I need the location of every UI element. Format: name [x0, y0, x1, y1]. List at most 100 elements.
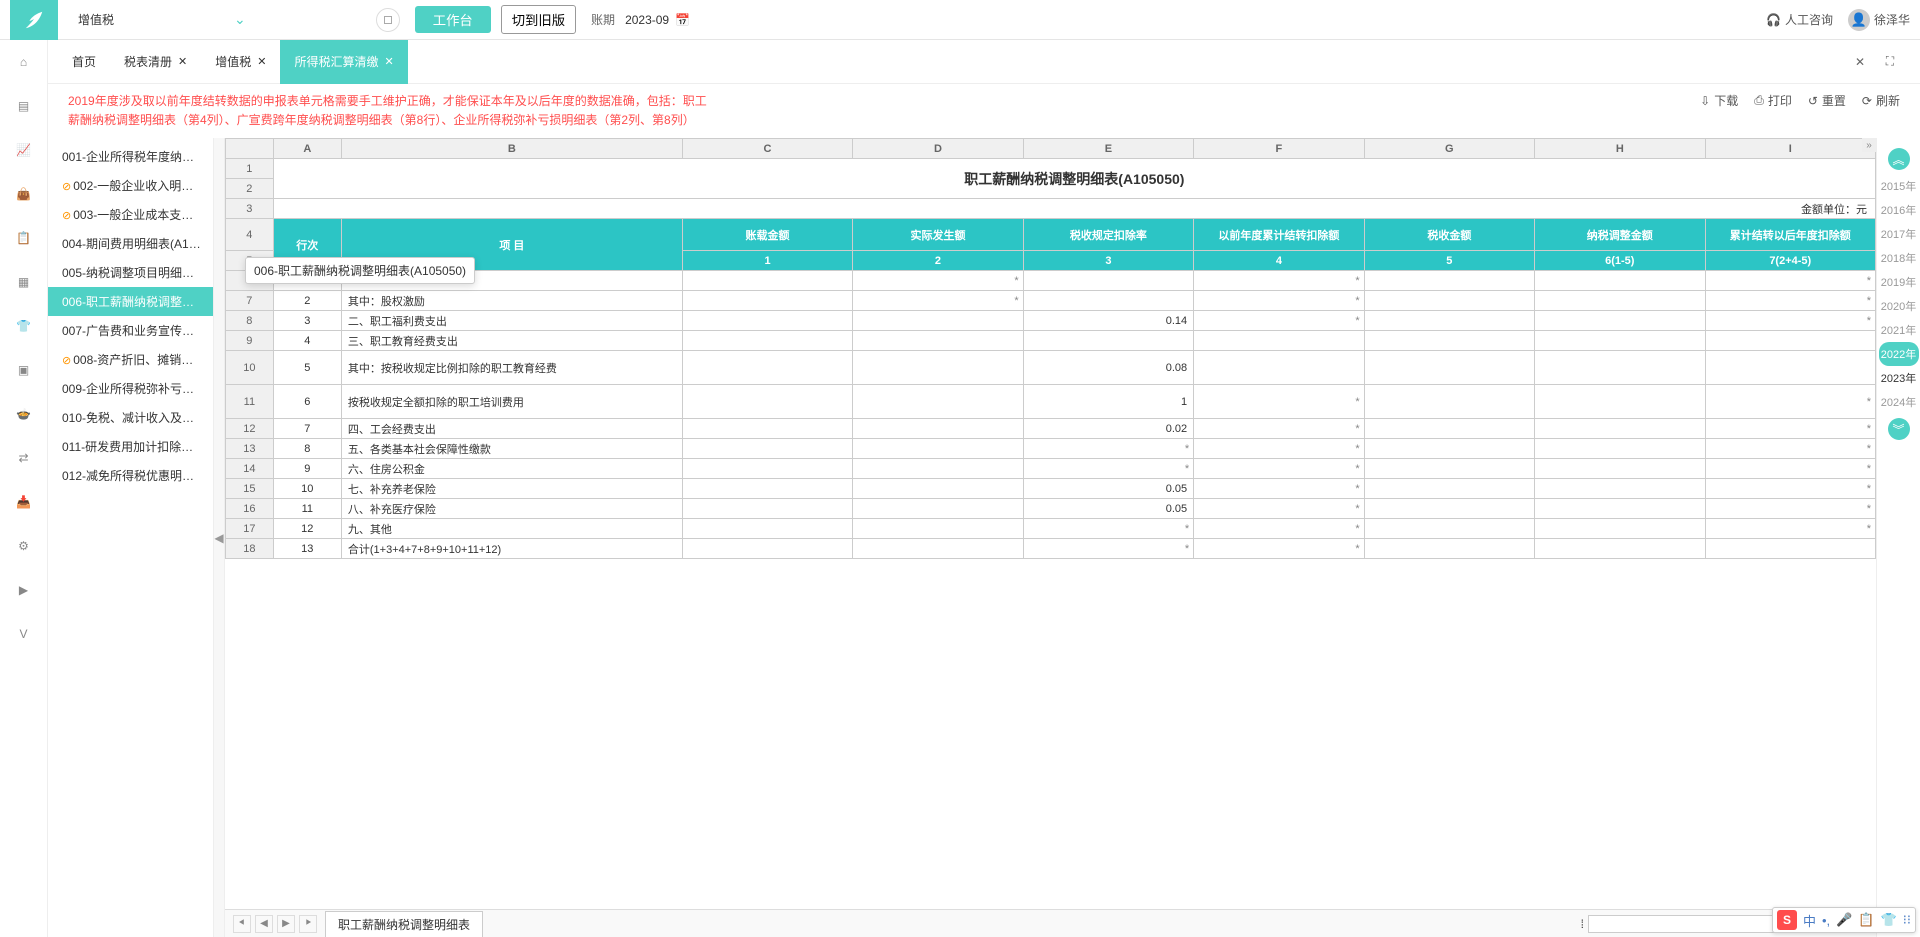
nav-play-icon[interactable]: ▶ [12, 578, 36, 602]
cell[interactable] [682, 291, 852, 311]
cell[interactable]: * [853, 271, 1023, 291]
cell[interactable] [682, 271, 852, 291]
cell[interactable] [1535, 385, 1705, 419]
cell[interactable] [682, 331, 852, 351]
label-cell[interactable]: 九、其他 [341, 519, 682, 539]
seq-cell[interactable]: 11 [273, 499, 341, 519]
cell[interactable] [682, 419, 852, 439]
cell[interactable]: * [1194, 499, 1364, 519]
cell[interactable] [1364, 271, 1534, 291]
tax-type-select[interactable]: 增值税 ⌄ [78, 11, 366, 28]
cell[interactable]: * [1194, 439, 1364, 459]
cell[interactable] [1535, 351, 1705, 385]
cell[interactable]: * [1705, 519, 1875, 539]
cell[interactable] [682, 311, 852, 331]
label-cell[interactable]: 七、补充养老保险 [341, 479, 682, 499]
circle-toggle-button[interactable] [376, 8, 400, 32]
cell[interactable]: 0.05 [1023, 479, 1193, 499]
sheet-first-icon[interactable]: ⯇ [233, 915, 251, 933]
cell[interactable]: * [1705, 291, 1875, 311]
cell[interactable] [1535, 271, 1705, 291]
cell[interactable] [1535, 419, 1705, 439]
doc-list-item[interactable]: ⊘002-一般企业收入明细表(A... [48, 171, 213, 200]
year-button[interactable]: 2018年 [1879, 246, 1919, 270]
switch-old-button[interactable]: 切到旧版 [501, 5, 576, 34]
cell[interactable]: * [1705, 459, 1875, 479]
seq-cell[interactable]: 5 [273, 351, 341, 385]
year-button[interactable]: 2022年 [1879, 342, 1919, 366]
app-logo[interactable] [10, 0, 58, 40]
doc-list-item[interactable]: 007-广告费和业务宣传费跨... [48, 316, 213, 345]
label-cell[interactable]: 按税收规定全额扣除的职工培训费用 [341, 385, 682, 419]
cell[interactable]: * [1194, 271, 1364, 291]
nav-steam-icon[interactable]: 🍲 [12, 402, 36, 426]
cell[interactable]: * [1023, 439, 1193, 459]
doc-list-item[interactable]: 006-职工薪酬纳税调整明细... [48, 287, 213, 316]
cell[interactable] [853, 479, 1023, 499]
sheet-last-icon[interactable]: ⯈ [299, 915, 317, 933]
tab-item[interactable]: 首页 [58, 40, 110, 84]
ime-lang[interactable]: 中 [1803, 911, 1816, 930]
cell[interactable] [1364, 519, 1534, 539]
cell[interactable] [1023, 331, 1193, 351]
cell[interactable] [853, 439, 1023, 459]
cell[interactable]: * [1705, 499, 1875, 519]
cell[interactable]: 0.08 [1023, 351, 1193, 385]
tab-item[interactable]: 增值税✕ [201, 40, 280, 84]
nav-shirt-icon[interactable]: 👕 [12, 314, 36, 338]
cell[interactable]: * [853, 291, 1023, 311]
collapse-handle[interactable]: ◀ [213, 138, 225, 937]
nav-transfer-icon[interactable]: ⇄ [12, 446, 36, 470]
user-menu[interactable]: 👤 徐泽华 [1848, 9, 1910, 31]
seq-cell[interactable]: 9 [273, 459, 341, 479]
cell[interactable] [853, 499, 1023, 519]
cell[interactable]: * [1023, 519, 1193, 539]
seq-cell[interactable]: 10 [273, 479, 341, 499]
ime-logo-icon[interactable]: S [1777, 910, 1797, 930]
cell[interactable] [682, 519, 852, 539]
cell[interactable]: * [1194, 459, 1364, 479]
nav-clipboard-icon[interactable]: 📋 [12, 226, 36, 250]
label-cell[interactable]: 三、职工教育经费支出 [341, 331, 682, 351]
year-button[interactable]: 2024年 [1879, 390, 1919, 414]
cell[interactable] [1364, 419, 1534, 439]
year-button[interactable]: 2015年 [1879, 174, 1919, 198]
cell[interactable]: * [1194, 539, 1364, 559]
cell[interactable] [682, 479, 852, 499]
doc-list-item[interactable]: 012-减免所得税优惠明细表(... [48, 461, 213, 490]
cell[interactable] [1705, 539, 1875, 559]
nav-chart-icon[interactable]: 📈 [12, 138, 36, 162]
cell[interactable] [1535, 459, 1705, 479]
nav-window-icon[interactable]: ▣ [12, 358, 36, 382]
close-icon[interactable]: ✕ [385, 55, 394, 68]
seq-cell[interactable]: 7 [273, 419, 341, 439]
cell[interactable] [682, 439, 852, 459]
cell[interactable]: * [1194, 479, 1364, 499]
cell[interactable] [1364, 311, 1534, 331]
label-cell[interactable]: 五、各类基本社会保障性缴款 [341, 439, 682, 459]
cell[interactable] [1705, 331, 1875, 351]
cell[interactable] [853, 519, 1023, 539]
year-button[interactable]: 2019年 [1879, 270, 1919, 294]
cell[interactable] [853, 351, 1023, 385]
cell[interactable] [682, 459, 852, 479]
cell[interactable]: 0.05 [1023, 499, 1193, 519]
cell[interactable] [1364, 439, 1534, 459]
cell[interactable] [1535, 331, 1705, 351]
doc-list-item[interactable]: ⊘008-资产折旧、摊销及纳税... [48, 345, 213, 374]
label-cell[interactable]: 二、职工福利费支出 [341, 311, 682, 331]
seq-cell[interactable]: 4 [273, 331, 341, 351]
cell[interactable] [682, 351, 852, 385]
cell[interactable]: 0.02 [1023, 419, 1193, 439]
label-cell[interactable]: 其中：股权激励 [341, 291, 682, 311]
cell[interactable] [1535, 499, 1705, 519]
doc-list-item[interactable]: 009-企业所得税弥补亏损明... [48, 374, 213, 403]
cell[interactable] [853, 385, 1023, 419]
refresh-button[interactable]: ⟳刷新 [1862, 92, 1900, 109]
doc-list-item[interactable]: ⊘003-一般企业成本支出明细... [48, 200, 213, 229]
ime-skin-icon[interactable]: 👕 [1881, 912, 1897, 928]
cell[interactable]: * [1705, 419, 1875, 439]
seq-cell[interactable]: 3 [273, 311, 341, 331]
cell[interactable]: * [1194, 519, 1364, 539]
label-cell[interactable]: 八、补充医疗保险 [341, 499, 682, 519]
